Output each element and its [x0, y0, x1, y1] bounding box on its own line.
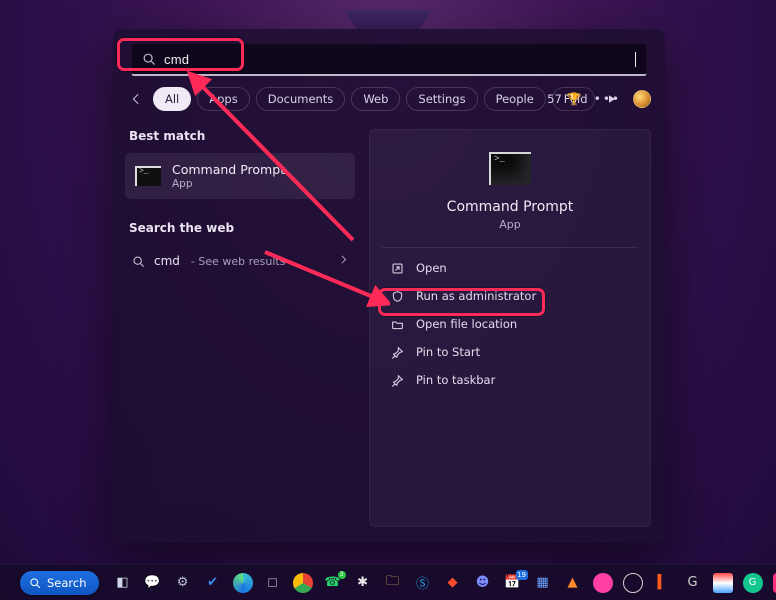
result-subtitle: App — [172, 178, 285, 190]
action-open-file-location[interactable]: Open file location — [384, 310, 636, 338]
best-match-result[interactable]: Command Prompt App — [125, 153, 355, 199]
edge-icon[interactable] — [233, 573, 253, 593]
app-icon-g[interactable]: G — [683, 573, 703, 593]
search-input[interactable] — [164, 52, 631, 67]
action-pin-to-taskbar[interactable]: Pin to taskbar — [384, 366, 636, 394]
avatar[interactable] — [633, 90, 651, 108]
chrome-icon[interactable] — [293, 573, 313, 593]
preview-pane: Command Prompt App Open Run as administr… — [369, 129, 651, 527]
result-title: Command Prompt — [172, 162, 285, 177]
preview-app-icon — [489, 152, 531, 185]
search-icon — [142, 52, 156, 66]
trophy-icon: 🏆 — [567, 92, 582, 106]
slack-icon[interactable]: ✱ — [353, 573, 373, 593]
web-result[interactable]: cmd - See web results — [125, 245, 355, 277]
preview-title: Command Prompt — [384, 199, 636, 215]
app-icon-magenta[interactable] — [773, 573, 776, 593]
app-icon-red[interactable] — [713, 573, 733, 593]
action-pin-to-start[interactable]: Pin to Start — [384, 338, 636, 366]
separator — [382, 247, 638, 248]
office-icon[interactable]: ▍ — [653, 573, 673, 593]
text-caret — [635, 52, 636, 67]
pin-icon — [390, 373, 404, 387]
preview-subtitle: App — [384, 218, 636, 231]
action-open[interactable]: Open — [384, 254, 636, 282]
action-label: Pin to taskbar — [416, 373, 495, 387]
search-the-web-heading: Search the web — [129, 221, 351, 235]
preview-actions: Open Run as administrator Open file loca… — [384, 254, 636, 394]
more-options-icon[interactable]: ••• — [594, 92, 621, 106]
header-tools: 57 🏆 ••• — [547, 85, 651, 113]
filter-chip-all[interactable]: All — [153, 87, 191, 111]
start-button[interactable] — [10, 573, 12, 593]
app-icon[interactable]: ▦ — [533, 573, 553, 593]
action-label: Pin to Start — [416, 345, 480, 359]
rewards-count: 57 — [547, 92, 562, 106]
search-icon — [29, 577, 41, 589]
action-label: Run as administrator — [416, 289, 536, 303]
web-result-desc: - See web results — [191, 255, 286, 268]
filter-chip-people[interactable]: People — [484, 87, 546, 111]
grammarly-icon[interactable]: G — [743, 573, 763, 593]
taskbar-search-label: Search — [47, 576, 87, 590]
filter-chip-documents[interactable]: Documents — [256, 87, 346, 111]
best-match-heading: Best match — [129, 129, 351, 143]
open-icon — [390, 261, 404, 275]
filter-chip-web[interactable]: Web — [351, 87, 400, 111]
action-run-as-administrator[interactable]: Run as administrator — [384, 282, 636, 310]
todo-icon[interactable]: ✔ — [203, 573, 223, 593]
start-search-panel: All Apps Documents Web Settings People F… — [113, 29, 665, 543]
settings-icon[interactable]: ⚙ — [173, 573, 193, 593]
shield-icon — [390, 289, 404, 303]
action-label: Open — [416, 261, 447, 275]
filter-chip-settings[interactable]: Settings — [406, 87, 477, 111]
back-arrow-icon[interactable] — [125, 88, 147, 110]
chevron-right-icon — [338, 254, 349, 268]
search-bar[interactable] — [131, 43, 647, 76]
discord-icon[interactable]: ☻ — [473, 573, 493, 593]
folder-icon — [390, 317, 404, 331]
taskbar-search-button[interactable]: Search — [20, 571, 99, 595]
chat-icon[interactable]: 💬 — [143, 573, 163, 593]
whatsapp-icon[interactable]: ☎3 — [323, 573, 343, 593]
search-icon — [131, 254, 145, 268]
generic-app-icon[interactable]: ◻ — [263, 573, 283, 593]
action-label: Open file location — [416, 317, 517, 331]
rewards-indicator[interactable]: 57 🏆 — [547, 92, 582, 106]
app-icon-circle[interactable] — [623, 573, 643, 593]
app-icon-pink[interactable] — [593, 573, 613, 593]
taskbar: Search ◧ 💬 ⚙ ✔ ◻ ☎3 ✱ 🗀 Ⓢ ◆ ☻ 📅19 ▦ ▲ ▍ … — [0, 564, 776, 600]
task-view-icon[interactable]: ◧ — [113, 573, 133, 593]
taskbar-pinned-apps: ◧ 💬 ⚙ ✔ ◻ ☎3 ✱ 🗀 Ⓢ ◆ ☻ 📅19 ▦ ▲ ▍ G G — [113, 573, 776, 593]
command-prompt-icon — [135, 166, 161, 186]
skype-icon[interactable]: Ⓢ — [413, 573, 433, 593]
vlc-icon[interactable]: ▲ — [563, 573, 583, 593]
pin-icon — [390, 345, 404, 359]
web-result-term: cmd — [154, 254, 180, 268]
filter-chip-apps[interactable]: Apps — [197, 87, 249, 111]
brave-icon[interactable]: ◆ — [443, 573, 463, 593]
calendar-icon[interactable]: 📅19 — [503, 573, 523, 593]
file-explorer-icon[interactable]: 🗀 — [383, 573, 403, 593]
results-column: Best match Command Prompt App Search the… — [125, 129, 355, 277]
